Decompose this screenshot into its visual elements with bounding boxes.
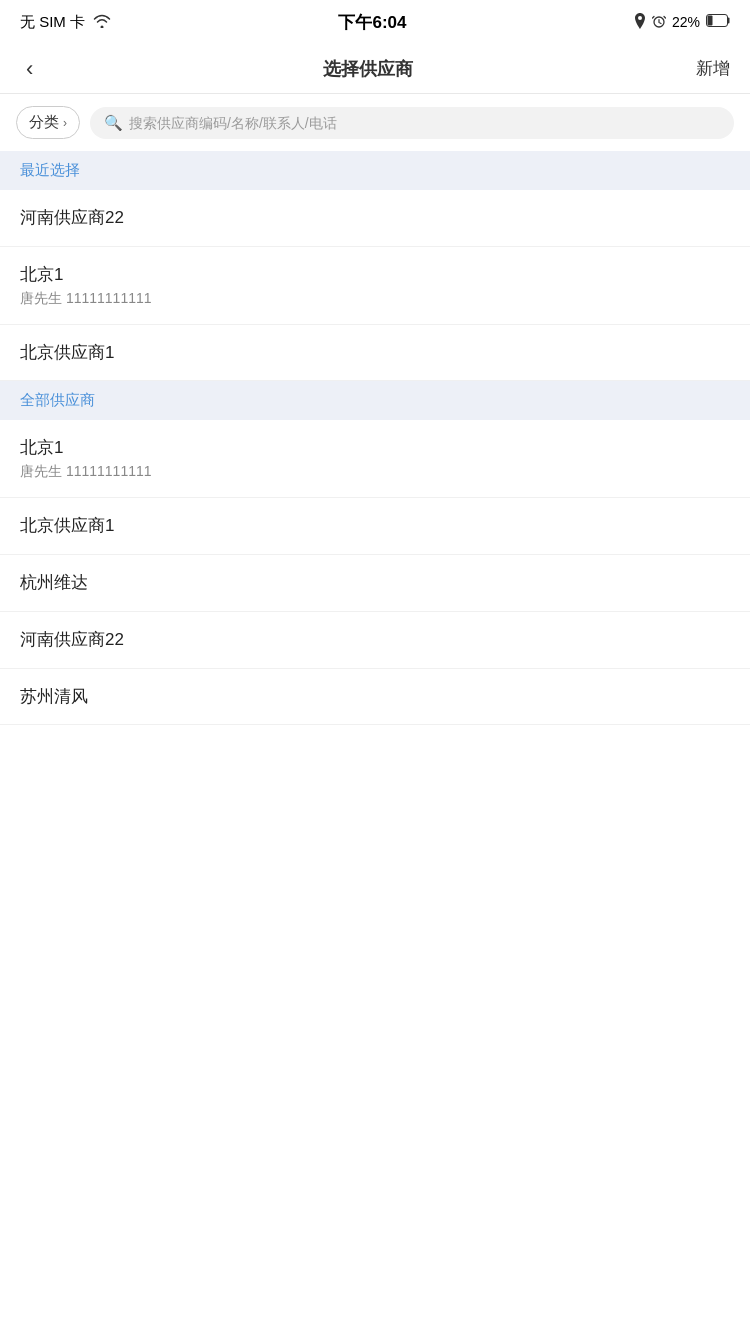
item-name: 北京供应商1 (20, 514, 730, 538)
list-item[interactable]: 北京供应商1 (0, 325, 750, 382)
list-item[interactable]: 苏州清风 (0, 669, 750, 726)
list-item[interactable]: 北京1 唐先生 11111111111 (0, 420, 750, 498)
recent-section-label: 最近选择 (20, 161, 80, 178)
all-list: 北京1 唐先生 11111111111 北京供应商1 杭州维达河南供应商22 苏州清风 (0, 420, 750, 725)
all-section-label: 全部供应商 (20, 391, 95, 408)
status-bar: 无 SIM 卡 下午6:04 22% (0, 0, 750, 44)
search-icon: 🔍 (104, 114, 123, 132)
status-left: 无 SIM 卡 (20, 13, 111, 32)
alarm-icon (652, 14, 666, 31)
location-icon (634, 13, 646, 32)
search-input[interactable] (129, 115, 720, 131)
item-name: 苏州清风 (20, 685, 730, 709)
item-name: 杭州维达 (20, 571, 730, 595)
recent-list: 河南供应商22 北京1 唐先生 11111111111 北京供应商1 (0, 190, 750, 381)
back-button[interactable]: ‹ (20, 50, 39, 88)
category-label: 分类 (29, 113, 59, 132)
list-item[interactable]: 河南供应商22 (0, 190, 750, 247)
page-title: 选择供应商 (323, 57, 413, 81)
battery-text: 22% (672, 14, 700, 30)
list-item[interactable]: 河南供应商22 (0, 612, 750, 669)
search-box: 🔍 (90, 107, 734, 139)
status-time: 下午6:04 (338, 11, 406, 34)
list-item[interactable]: 杭州维达 (0, 555, 750, 612)
svg-rect-3 (707, 16, 712, 26)
filter-bar: 分类 › 🔍 (0, 94, 750, 151)
wifi-icon (93, 14, 111, 31)
all-section-header: 全部供应商 (0, 381, 750, 420)
item-sub: 唐先生 11111111111 (20, 463, 730, 481)
item-name: 河南供应商22 (20, 206, 730, 230)
item-name: 北京1 (20, 436, 730, 460)
battery-icon (706, 14, 730, 30)
status-right: 22% (634, 13, 730, 32)
item-name: 河南供应商22 (20, 628, 730, 652)
list-item[interactable]: 北京1 唐先生 11111111111 (0, 247, 750, 325)
nav-bar: ‹ 选择供应商 新增 (0, 44, 750, 94)
carrier-text: 无 SIM 卡 (20, 13, 85, 32)
list-item[interactable]: 北京供应商1 (0, 498, 750, 555)
add-button[interactable]: 新增 (696, 57, 730, 80)
item-name: 北京1 (20, 263, 730, 287)
svg-rect-2 (727, 18, 729, 24)
chevron-right-icon: › (63, 116, 67, 130)
item-sub: 唐先生 11111111111 (20, 290, 730, 308)
category-button[interactable]: 分类 › (16, 106, 80, 139)
recent-section-header: 最近选择 (0, 151, 750, 190)
item-name: 北京供应商1 (20, 341, 730, 365)
